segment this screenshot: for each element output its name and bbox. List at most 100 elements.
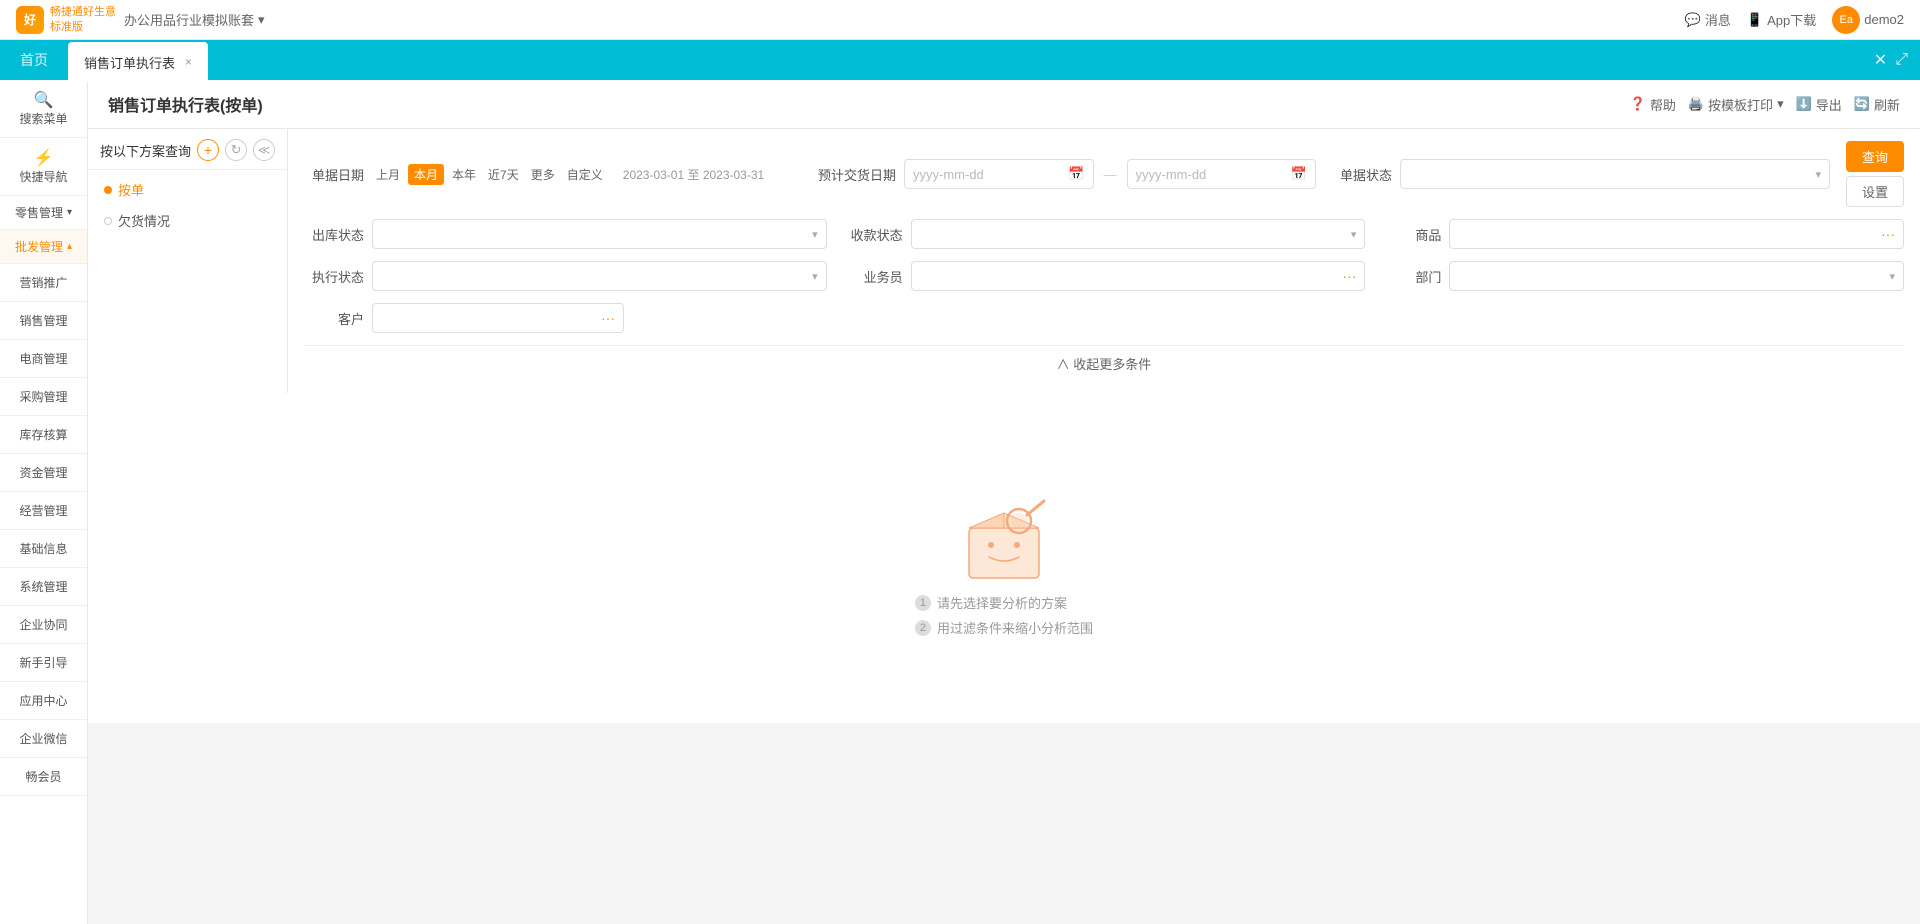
receipt-status-field: 收款状态 ▾ [843,219,1366,249]
filter-fields: 单据日期 上月 本月 本年 近7天 更多 自定义 2023-03-01 至 20… [288,129,1920,393]
header-right: 💬 消息 📱 App下载 Ea demo2 [1685,6,1904,34]
message-action[interactable]: 💬 消息 [1685,10,1731,29]
sidebar-item-wechat[interactable]: 企业微信 [0,720,87,758]
help-btn[interactable]: ❓ 帮助 [1630,95,1676,114]
salesman-input[interactable]: ··· [911,261,1366,291]
chevron-down-icon: ▾ [258,12,265,28]
date-tab-current-month[interactable]: 本月 [408,164,444,185]
sidebar-item-member[interactable]: 畅会员 [0,758,87,796]
sidebar-item-system[interactable]: 系统管理 [0,568,87,606]
maximize-icon[interactable]: ⤢ [1895,51,1908,69]
scheme-item-0[interactable]: 按单 [96,174,279,205]
logo-area: 好 畅捷通好生意 标准版 [16,5,116,34]
scheme-inactive-dot [104,217,112,225]
tab-sales-order[interactable]: 销售订单执行表 × [68,42,208,82]
sidebar-item-purchase[interactable]: 采购管理 [0,378,87,416]
sidebar-item-marketing[interactable]: 营销推广 [0,264,87,302]
chevron-right-icon: ▾ [67,207,72,218]
expected-date-start[interactable]: yyyy-mm-dd 📅 [904,159,1094,189]
date-tab-7days[interactable]: 近7天 [484,164,523,185]
print-icon: 🖨️ [1688,96,1704,112]
logo-text: 畅捷通好生意 标准版 [50,5,116,34]
main-content: 销售订单执行表(按单) ❓ 帮助 🖨️ 按模板打印 ▾ ⬇️ 导出 🔄 刷新 [88,80,1920,924]
sidebar-item-operations[interactable]: 经营管理 [0,492,87,530]
product-input[interactable]: ··· [1449,219,1904,249]
avatar: Ea [1832,6,1860,34]
app-download-action[interactable]: 📱 App下载 [1747,10,1816,29]
sidebar-item-ecommerce[interactable]: 电商管理 [0,340,87,378]
page-actions: ❓ 帮助 🖨️ 按模板打印 ▾ ⬇️ 导出 🔄 刷新 [1630,95,1900,114]
tab-home[interactable]: 首页 [0,40,68,80]
sidebar-item-sales[interactable]: 销售管理 [0,302,87,340]
refresh-icon: 🔄 [1854,96,1870,112]
sidebar-item-enterprise[interactable]: 企业协同 [0,606,87,644]
dept-field: 部门 ▾ [1381,261,1904,291]
top-header: 好 畅捷通好生意 标准版 办公用品行业模拟账套 ▾ 💬 消息 📱 App下载 E… [0,0,1920,40]
order-status-field: 单据状态 ▾ [1332,159,1830,189]
sidebar-item-wholesale[interactable]: 批发管理 ▴ [0,230,87,264]
user-profile[interactable]: Ea demo2 [1832,6,1904,34]
date-tab-more[interactable]: 更多 [527,164,559,185]
order-status-select[interactable]: ▾ [1400,159,1830,189]
sidebar-item-inventory[interactable]: 库存核算 [0,416,87,454]
filter-row-3: 执行状态 ▾ 业务员 ··· 部门 [304,261,1904,291]
doc-selector[interactable]: 办公用品行业模拟账套 ▾ [124,10,265,29]
date-tab-prev-month[interactable]: 上月 [372,164,404,185]
header-left: 好 畅捷通好生意 标准版 办公用品行业模拟账套 ▾ [16,5,265,34]
close-window-icon[interactable]: ✕ [1874,50,1887,70]
scheme-item-1[interactable]: 欠货情况 [96,205,279,236]
chevron-down-icon-3: ▾ [1351,228,1357,241]
chevron-down-icon: ▾ [1777,96,1784,112]
sidebar-item-appcenter[interactable]: 应用中心 [0,682,87,720]
sidebar-item-finance[interactable]: 资金管理 [0,454,87,492]
collapse-filters-btn[interactable]: ∧ 收起更多条件 [304,345,1904,381]
chevron-down-icon-5: ▾ [1889,270,1895,283]
ship-status-select[interactable]: ▾ [372,219,827,249]
scheme-active-dot [104,186,112,194]
filter-row-2: 出库状态 ▾ 收款状态 ▾ 商品 [304,219,1904,249]
calendar-icon-2: 📅 [1291,166,1307,182]
refresh-scheme-btn[interactable]: ↻ [225,139,247,161]
sidebar-item-retail[interactable]: 零售管理 ▾ [0,196,87,230]
filter-area: 按以下方案查询 + ↻ ≪ 按单 欠货情况 [88,129,1920,393]
dept-select[interactable]: ▾ [1449,261,1904,291]
exec-status-select[interactable]: ▾ [372,261,827,291]
scheme-list: 按单 欠货情况 [88,170,287,240]
exec-status-field: 执行状态 ▾ [304,261,827,291]
date-tab-custom[interactable]: 自定义 [563,164,607,185]
collapse-scheme-btn[interactable]: ≪ [253,139,275,161]
more-dots-icon-2[interactable]: ··· [1342,268,1356,284]
scheme-header: 按以下方案查询 + ↻ ≪ [88,139,287,170]
download-icon: 📱 [1747,12,1763,28]
scheme-panel: 按以下方案查询 + ↻ ≪ 按单 欠货情况 [88,129,288,393]
page-header: 销售订单执行表(按单) ❓ 帮助 🖨️ 按模板打印 ▾ ⬇️ 导出 🔄 刷新 [88,80,1920,129]
receipt-status-select[interactable]: ▾ [911,219,1366,249]
add-scheme-btn[interactable]: + [197,139,219,161]
customer-input[interactable]: ··· [372,303,624,333]
chevron-up-icon: ▴ [67,241,72,252]
query-btn[interactable]: 查询 [1846,141,1904,172]
date-tab-current-year[interactable]: 本年 [448,164,480,185]
settings-btn[interactable]: 设置 [1846,176,1904,207]
tab-close-icon[interactable]: × [185,55,192,69]
template-print-btn[interactable]: 🖨️ 按模板打印 ▾ [1688,95,1784,114]
filter-row-4: 客户 ··· [304,303,1904,333]
sidebar-item-basic[interactable]: 基础信息 [0,530,87,568]
empty-step-2: 2 用过滤条件来缩小分析范围 [915,618,1093,637]
sidebar-item-search[interactable]: 🔍 搜索菜单 [0,80,87,138]
refresh-btn[interactable]: 🔄 刷新 [1854,95,1900,114]
message-icon: 💬 [1685,12,1701,28]
expected-date-end[interactable]: yyyy-mm-dd 📅 [1127,159,1317,189]
tab-bar: 首页 销售订单执行表 × ✕ ⤢ [0,40,1920,80]
export-btn[interactable]: ⬇️ 导出 [1796,95,1842,114]
more-dots-icon-3[interactable]: ··· [601,310,615,326]
export-icon: ⬇️ [1796,96,1812,112]
empty-illustration [939,473,1069,593]
calendar-icon: 📅 [1068,166,1084,182]
sidebar-item-newguide[interactable]: 新手引导 [0,644,87,682]
page-title: 销售订单执行表(按单) [108,92,263,116]
customer-field: 客户 ··· [304,303,624,333]
more-dots-icon[interactable]: ··· [1881,226,1895,242]
sidebar-item-quick-nav[interactable]: ⚡ 快捷导航 [0,138,87,196]
chevron-up-icon: ∧ [1057,357,1074,372]
